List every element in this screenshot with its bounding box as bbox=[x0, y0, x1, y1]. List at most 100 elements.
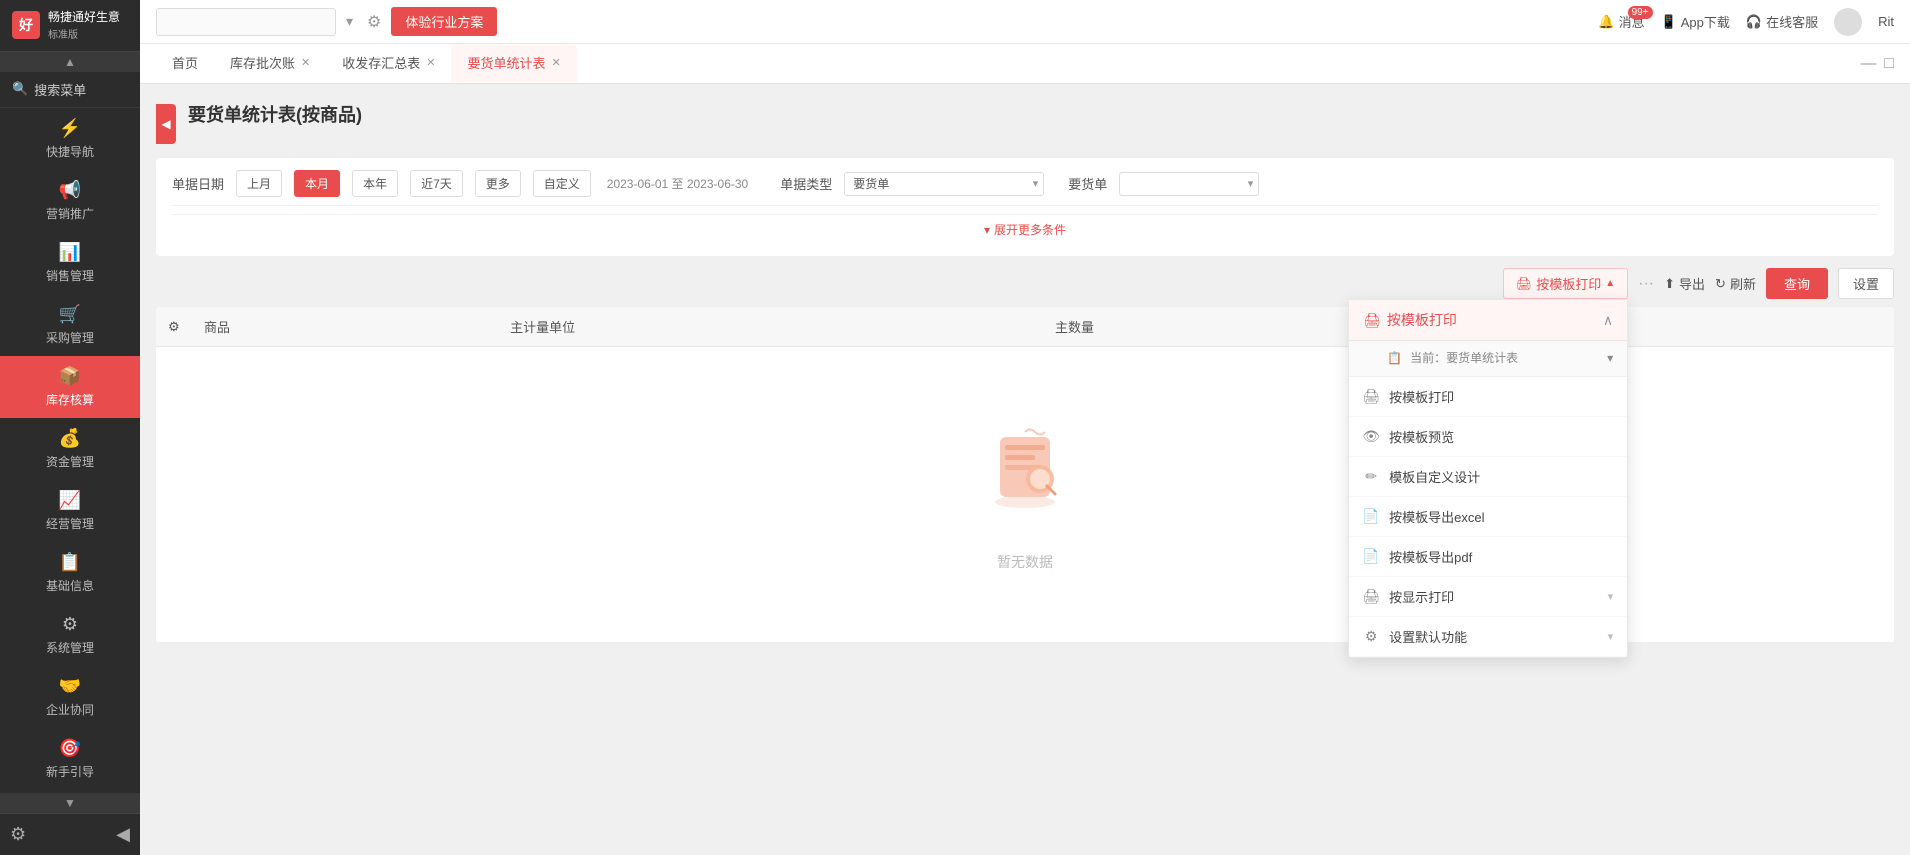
topbar-dropdown-icon[interactable]: ▾ bbox=[346, 13, 353, 30]
query-button[interactable]: 查询 bbox=[1766, 268, 1828, 299]
table-header-row: ⚙ 商品 主计量单位 主数量 零售金额 bbox=[156, 307, 1894, 347]
sidebar-item-label: 新手引导 bbox=[46, 763, 94, 780]
dropdown-item-export-pdf[interactable]: 📄 按模板导出pdf bbox=[1349, 537, 1627, 577]
tabs-bar: 首页 库存批次账 ✕ 收发存汇总表 ✕ 要货单统计表 ✕ — □ bbox=[140, 44, 1910, 84]
yaohuodan-select[interactable] bbox=[1119, 172, 1259, 196]
collab-icon: 🤝 bbox=[59, 676, 81, 697]
mobile-icon: 📱 bbox=[1661, 14, 1677, 30]
settings-button[interactable]: 设置 bbox=[1838, 268, 1894, 299]
user-avatar-item[interactable] bbox=[1834, 8, 1862, 36]
type-select-wrap: 要货单 bbox=[844, 172, 1044, 196]
sidebar-scroll-up[interactable]: ▲ bbox=[0, 52, 140, 72]
sidebar-item-jingying[interactable]: 📈 经营管理 bbox=[0, 480, 140, 542]
display-print-left: 🖨 按显示打印 bbox=[1363, 587, 1454, 606]
sidebar-item-label: 经营管理 bbox=[46, 515, 94, 532]
notification-badge: 99+ bbox=[1628, 6, 1653, 19]
refresh-button[interactable]: ↻ 刷新 bbox=[1715, 274, 1756, 293]
dropdown-item-template-design[interactable]: ✏ 模板自定义设计 bbox=[1349, 457, 1627, 497]
sidebar-item-qiye[interactable]: 🤝 企业协同 bbox=[0, 666, 140, 728]
user-name-item[interactable]: Rit bbox=[1878, 14, 1894, 29]
sidebar-item-kucun[interactable]: 📦 库存核算 bbox=[0, 356, 140, 418]
sidebar-settings-btn[interactable]: ⚙ bbox=[10, 824, 26, 845]
base-info-icon: 📋 bbox=[59, 552, 81, 573]
headset-icon: 🎧 bbox=[1746, 14, 1762, 30]
tab-yaohuo[interactable]: 要货单统计表 ✕ bbox=[451, 45, 576, 82]
set-default-label: 设置默认功能 bbox=[1389, 627, 1467, 646]
date-btn-custom[interactable]: 自定义 bbox=[533, 170, 591, 197]
maximize-btn[interactable]: □ bbox=[1884, 55, 1894, 73]
sidebar-item-xitong[interactable]: ⚙ 系统管理 bbox=[0, 604, 140, 666]
set-default-left: ⚙ 设置默认功能 bbox=[1363, 627, 1467, 646]
sidebar-search-item[interactable]: 🔍 搜索菜单 bbox=[0, 72, 140, 108]
print-btn-wrap: 🖨 按模板打印 ▲ 🖨 按模板打印 ∧ 📋 bbox=[1503, 268, 1628, 299]
app-logo-icon: 好 bbox=[12, 11, 40, 39]
current-template-label: 当前：要货单统计表 bbox=[1410, 349, 1518, 366]
online-service-item[interactable]: 🎧 在线客服 bbox=[1746, 12, 1818, 31]
print-template-button[interactable]: 🖨 按模板打印 ▲ bbox=[1503, 268, 1628, 299]
sidebar-item-label: 企业协同 bbox=[46, 701, 94, 718]
sidebar-item-label: 销售管理 bbox=[46, 267, 94, 284]
system-icon: ⚙ bbox=[62, 614, 78, 635]
sidebar-item-jichu[interactable]: 📋 基础信息 bbox=[0, 542, 140, 604]
yaohuodan-select-wrap bbox=[1119, 172, 1259, 196]
close-tab-yaohuo[interactable]: ✕ bbox=[552, 56, 561, 69]
app-download-item[interactable]: 📱 App下载 bbox=[1661, 12, 1730, 31]
date-btn-last7[interactable]: 近7天 bbox=[410, 170, 463, 197]
marketing-icon: 📢 bbox=[59, 180, 81, 201]
topbar-gear-icon[interactable]: ⚙ bbox=[367, 12, 381, 32]
sidebar-item-caigou[interactable]: 🛒 采购管理 bbox=[0, 294, 140, 356]
sidebar-collapse-btn[interactable]: ◀ bbox=[116, 824, 130, 845]
sidebar-item-zijin[interactable]: 💰 资金管理 bbox=[0, 418, 140, 480]
sidebar-bottom: ⚙ ◀ bbox=[0, 813, 140, 855]
topbar: ▾ ⚙ 体验行业方案 🔔 消息 99+ 📱 App下载 🎧 在线客服 Rit bbox=[140, 0, 1910, 44]
sidebar-nav: ⚡ 快捷导航 📢 营销推广 📊 销售管理 🛒 采购管理 📦 库存核算 💰 资金管… bbox=[0, 108, 140, 793]
minimize-btn[interactable]: — bbox=[1860, 55, 1876, 73]
tab-kucunpizhanghao[interactable]: 库存批次账 ✕ bbox=[214, 45, 326, 82]
app-logo-text: 畅捷通好生意 标准版 bbox=[48, 10, 120, 41]
export-icon: ⬆ bbox=[1664, 276, 1675, 292]
date-btn-thisyear[interactable]: 本年 bbox=[352, 170, 398, 197]
more-actions-icon[interactable]: ··· bbox=[1638, 275, 1654, 293]
dropdown-item-export-excel[interactable]: 📄 按模板导出excel bbox=[1349, 497, 1627, 537]
topbar-search-input[interactable] bbox=[156, 8, 336, 36]
date-btn-thismonth[interactable]: 本月 bbox=[294, 170, 340, 197]
expand-more-btn[interactable]: ▾ 展开更多条件 bbox=[172, 214, 1878, 244]
column-settings-icon[interactable]: ⚙ bbox=[168, 319, 180, 334]
collapse-toggle[interactable]: ◀ bbox=[156, 104, 176, 144]
guide-icon: 🎯 bbox=[59, 738, 81, 759]
sidebar-item-label: 采购管理 bbox=[46, 329, 94, 346]
empty-illustration bbox=[975, 417, 1075, 536]
dropdown-item-set-default[interactable]: ⚙ 设置默认功能 ▾ bbox=[1349, 617, 1627, 657]
empty-state-row: 暂无数据 bbox=[156, 347, 1894, 643]
refresh-label: 刷新 bbox=[1730, 274, 1756, 293]
sidebar-item-kuaijie[interactable]: ⚡ 快捷导航 bbox=[0, 108, 140, 170]
date-btn-lastmonth[interactable]: 上月 bbox=[236, 170, 282, 197]
template-print-icon: 🖨 bbox=[1363, 389, 1379, 405]
sidebar-item-label: 库存核算 bbox=[46, 391, 94, 408]
notifications-item[interactable]: 🔔 消息 99+ bbox=[1598, 12, 1644, 31]
tab-shoudahui[interactable]: 收发存汇总表 ✕ bbox=[326, 45, 451, 82]
tab-home[interactable]: 首页 bbox=[156, 45, 214, 82]
print-dropdown-close-btn[interactable]: ∧ bbox=[1603, 312, 1613, 329]
dropdown-item-template-preview[interactable]: 👁 按模板预览 bbox=[1349, 417, 1627, 457]
sidebar-item-label: 基础信息 bbox=[46, 577, 94, 594]
sidebar-scroll-down[interactable]: ▼ bbox=[0, 793, 140, 813]
flash-icon: ⚡ bbox=[59, 118, 81, 139]
export-button[interactable]: ⬆ 导出 bbox=[1664, 274, 1705, 293]
sidebar-item-yingxiao[interactable]: 📢 营销推广 bbox=[0, 170, 140, 232]
close-tab-shoudahui[interactable]: ✕ bbox=[426, 56, 435, 69]
type-select[interactable]: 要货单 bbox=[844, 172, 1044, 196]
sidebar-item-xiaoshou[interactable]: 📊 销售管理 bbox=[0, 232, 140, 294]
close-tab-kucunpizhanghao[interactable]: ✕ bbox=[301, 56, 310, 69]
date-btn-more[interactable]: 更多 bbox=[475, 170, 521, 197]
dropdown-item-template-print[interactable]: 🖨 按模板打印 bbox=[1349, 377, 1627, 417]
trial-button[interactable]: 体验行业方案 bbox=[391, 7, 497, 36]
purchase-icon: 🛒 bbox=[59, 304, 81, 325]
dropdown-item-display-print[interactable]: 🖨 按显示打印 ▾ bbox=[1349, 577, 1627, 617]
search-icon: 🔍 bbox=[12, 81, 28, 97]
refresh-icon: ↻ bbox=[1715, 276, 1726, 292]
table-header: ⚙ 商品 主计量单位 主数量 零售金额 bbox=[156, 307, 1894, 347]
current-template-arrow: ▾ bbox=[1607, 351, 1613, 365]
sidebar-item-xinshou[interactable]: 🎯 新手引导 bbox=[0, 728, 140, 790]
app-download-label: App下载 bbox=[1681, 12, 1730, 31]
